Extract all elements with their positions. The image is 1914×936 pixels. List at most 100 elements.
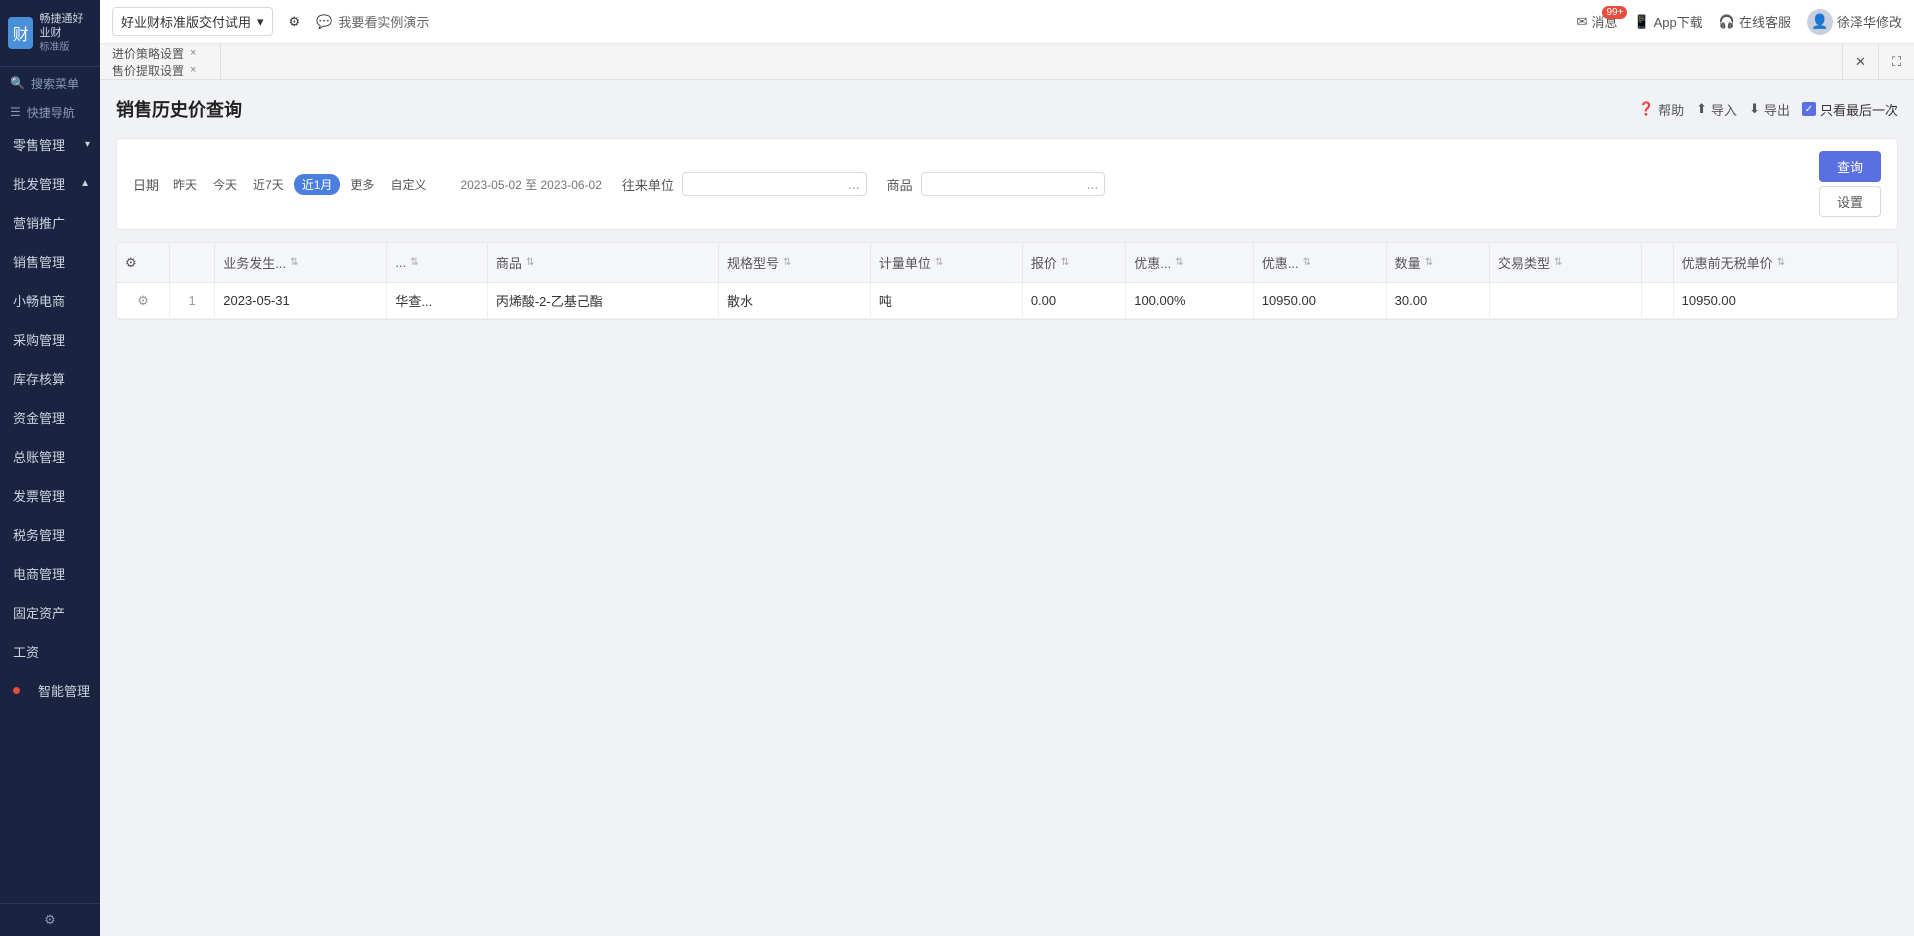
menu-label: 营销推广 (13, 213, 65, 232)
date-option-last1m[interactable]: 近1月 (294, 174, 341, 195)
sidebar-item-wholesale[interactable]: 批发管理▲ (0, 164, 100, 203)
sidebar-item-general-ledger[interactable]: 总账管理 (0, 437, 100, 476)
export-link[interactable]: ⬇ 导出 (1749, 100, 1790, 119)
sidebar-item-funds[interactable]: 资金管理 (0, 398, 100, 437)
col-header-biz_date[interactable]: 业务发生...⇅ (215, 243, 387, 283)
checkbox-icon: ✓ (1802, 102, 1816, 116)
sidebar-search[interactable]: 🔍 搜索菜单 (0, 67, 100, 100)
sort-icon: ⇅ (290, 257, 298, 268)
sidebar-item-ecommerce[interactable]: 电商管理 (0, 554, 100, 593)
tab-close-icon[interactable]: × (190, 64, 196, 76)
sort-icon: ⇅ (1175, 257, 1183, 268)
col-header-unit[interactable]: 计量单位⇅ (870, 243, 1022, 283)
page-actions: ❓ 帮助 ⬆ 导入 ⬇ 导出 ✓ 只看最后一次 (1638, 100, 1898, 119)
filter-bar: 日期 昨天今天近7天近1月更多自定义 2023-05-02 至 2023-06-… (116, 138, 1898, 230)
red-dot-icon (13, 687, 20, 694)
menu-label: 工资 (13, 642, 39, 661)
sidebar-item-invoice[interactable]: 发票管理 (0, 476, 100, 515)
source-unit-dots[interactable]: ... (848, 176, 860, 192)
only-last-checkbox[interactable]: ✓ 只看最后一次 (1802, 100, 1898, 119)
col-header-quantity[interactable]: 数量⇅ (1386, 243, 1489, 283)
query-button[interactable]: 查询 (1819, 151, 1881, 182)
sidebar-item-retail[interactable]: 零售管理▾ (0, 125, 100, 164)
sidebar: 财 畅捷通好业财 标准版 🔍 搜索菜单 ☰ 快捷导航 零售管理▾批发管理▲营销推… (0, 0, 100, 936)
sidebar-item-fixed-assets[interactable]: 固定资产 (0, 593, 100, 632)
menu-label: 智能管理 (38, 681, 90, 700)
sidebar-item-purchase[interactable]: 采购管理 (0, 320, 100, 359)
sidebar-item-smart[interactable]: 智能管理 (0, 671, 100, 710)
message-icon: ✉ (1577, 14, 1588, 30)
cell-product: 丙烯酸-2-乙基己酯 (487, 283, 718, 319)
cell-gear[interactable]: ⚙ (117, 283, 170, 319)
table-row: ⚙12023-05-31华查...丙烯酸-2-乙基己酯散水吨0.00100.00… (117, 283, 1897, 319)
settings-icon-btn[interactable]: ⚙ (285, 10, 305, 34)
maximize-btn[interactable]: ⛶ (1878, 44, 1914, 80)
col-header-product[interactable]: 商品⇅ (487, 243, 718, 283)
sort-icon: ⇅ (1777, 257, 1785, 268)
col-header-spacer (1641, 243, 1673, 283)
tab-sale-extract[interactable]: 售价提取设置× (100, 62, 221, 79)
user-info[interactable]: 👤 徐泽华修改 (1807, 9, 1902, 35)
sidebar-item-sales[interactable]: 销售管理 (0, 242, 100, 281)
demo-link[interactable]: 💬 我要看实例演示 (316, 12, 429, 31)
menu-label: 批发管理 (13, 174, 65, 193)
menu-label: 销售管理 (13, 252, 65, 271)
sidebar-item-ecommerce-small[interactable]: 小畅电商 (0, 281, 100, 320)
sidebar-item-tax[interactable]: 税务管理 (0, 515, 100, 554)
col-header-discount1[interactable]: 优惠...⇅ (1126, 243, 1254, 283)
menu-label: 小畅电商 (13, 291, 65, 310)
chevron-down-icon: ▾ (257, 14, 264, 30)
import-icon: ⬆ (1696, 101, 1707, 117)
sidebar-menu: 零售管理▾批发管理▲ 营销推广销售管理小畅电商采购管理库存核算资金管理总账管理发票… (0, 125, 100, 710)
settings-button[interactable]: 设置 (1819, 186, 1881, 217)
date-range: 2023-05-02 至 2023-06-02 (460, 176, 601, 193)
cell-unit: 吨 (870, 283, 1022, 319)
messages-btn[interactable]: ✉ 消息 99+ (1577, 12, 1618, 31)
demo-icon: 💬 (316, 14, 332, 30)
cell-quantity: 30.00 (1386, 283, 1489, 319)
col-header-gear: ⚙ (117, 243, 170, 283)
close-tab-btn[interactable]: ✕ (1842, 44, 1878, 80)
menu-label: 固定资产 (13, 603, 65, 622)
sidebar-quick-nav[interactable]: ☰ 快捷导航 (0, 100, 100, 125)
import-link[interactable]: ⬆ 导入 (1696, 100, 1737, 119)
sort-icon: ⇅ (935, 257, 943, 268)
menu-label: 税务管理 (13, 525, 65, 544)
messages-badge: 99+ (1602, 6, 1627, 19)
cell-discount1: 100.00% (1126, 283, 1254, 319)
date-option-more[interactable]: 更多 (344, 174, 380, 195)
date-option-yesterday[interactable]: 昨天 (167, 174, 203, 195)
version-selector[interactable]: 好业财标准版交付试用 ▾ (112, 7, 273, 36)
date-label: 日期 (133, 175, 159, 194)
sort-icon: ⇅ (1554, 257, 1562, 268)
sort-icon: ⇅ (783, 257, 791, 268)
date-option-today[interactable]: 今天 (207, 174, 243, 195)
sidebar-item-payroll[interactable]: 工资 (0, 632, 100, 671)
sort-icon: ⇅ (1061, 257, 1069, 268)
sidebar-item-marketing[interactable]: 营销推广 (0, 203, 100, 242)
product-input[interactable] (928, 177, 1083, 191)
tab-purchase-strategy[interactable]: 进价策略设置× (100, 45, 221, 62)
date-option-custom[interactable]: 自定义 (384, 174, 432, 195)
col-header-dots[interactable]: ...⇅ (387, 243, 487, 283)
sidebar-item-inventory[interactable]: 库存核算 (0, 359, 100, 398)
tab-close-icon[interactable]: × (190, 47, 196, 59)
source-unit-input[interactable] (689, 177, 844, 191)
app-download-btn[interactable]: 📱 App下载 (1633, 12, 1702, 31)
sort-icon: ⇅ (410, 257, 418, 268)
col-header-discount2[interactable]: 优惠...⇅ (1253, 243, 1386, 283)
date-option-last7[interactable]: 近7天 (247, 174, 290, 195)
online-service-btn[interactable]: 🎧 在线客服 (1719, 12, 1791, 31)
product-input-wrap: ... (921, 172, 1106, 196)
col-header-price[interactable]: 报价⇅ (1022, 243, 1125, 283)
app-logo-text: 畅捷通好业财 标准版 (39, 12, 92, 54)
col-header-pre_tax_price[interactable]: 优惠前无税单价⇅ (1673, 243, 1897, 283)
help-link[interactable]: ❓ 帮助 (1638, 100, 1684, 119)
topbar: 好业财标准版交付试用 ▾ ⚙ 💬 我要看实例演示 ✉ 消息 99+ 📱 App下… (100, 0, 1914, 44)
menu-label: 发票管理 (13, 486, 65, 505)
sort-icon: ⇅ (1425, 257, 1433, 268)
col-header-spec[interactable]: 规格型号⇅ (719, 243, 871, 283)
col-header-trade_type[interactable]: 交易类型⇅ (1490, 243, 1642, 283)
product-dots[interactable]: ... (1087, 176, 1099, 192)
sidebar-settings[interactable]: ⚙ (0, 903, 100, 936)
